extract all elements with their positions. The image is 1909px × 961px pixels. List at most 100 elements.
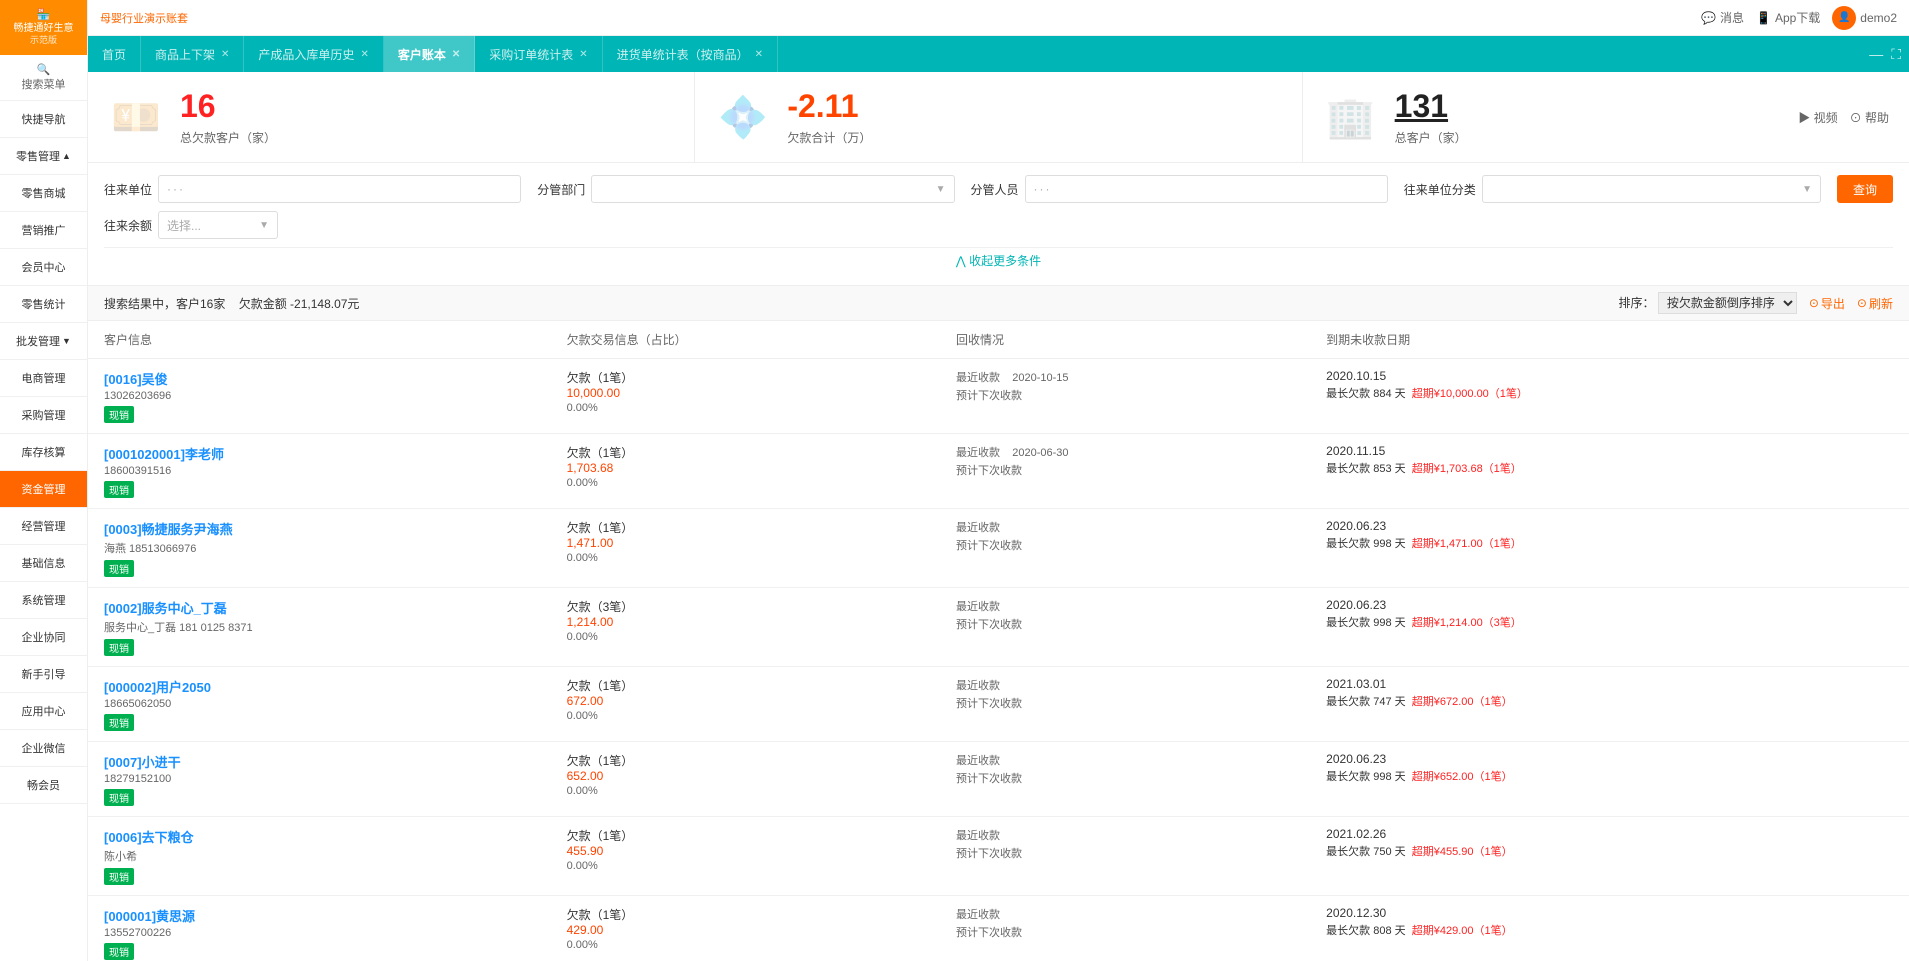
tab-purchase-stats[interactable]: 进货单统计表（按商品） ✕ [603,36,778,72]
customer-name-link-2[interactable]: [0003]畅捷服务尹海燕 [104,519,535,538]
sidebar-item-ecommerce[interactable]: 电商管理 [0,360,87,397]
overdue-link-0[interactable]: 超期¥10,000.00（1笔） [1412,388,1528,400]
debt-percent-5: 0.00% [567,785,924,797]
sidebar-item-search[interactable]: 🔍 搜索菜单 [0,55,87,101]
sidebar-item-retail-mall[interactable]: 零售商城 [0,175,87,212]
customer-name-link-7[interactable]: [000001]黄思源 [104,906,535,925]
stat-card-debt-customers: 💴 16 总欠款客户（家） [88,72,695,162]
refresh-button[interactable]: ⊙ 刷新 [1857,295,1893,312]
sidebar-item-wechat[interactable]: 企业微信 [0,730,87,767]
overdue-link-6[interactable]: 超期¥455.90（1笔） [1412,846,1513,858]
tab-close-purchase-history[interactable]: ✕ [360,49,368,60]
sidebar-item-operation[interactable]: 经营管理 [0,508,87,545]
overdue-link-3[interactable]: 超期¥1,214.00（3笔） [1412,617,1522,629]
customer-name-link-0[interactable]: [0016]吴俊 [104,369,535,388]
debt-percent-1: 0.00% [567,477,924,489]
tab-purchase-history[interactable]: 产成品入库单历史 ✕ [244,36,383,72]
sidebar-item-retail[interactable]: 零售管理 ▲ [0,138,87,175]
sidebar-item-retail-stats[interactable]: 零售统计 [0,286,87,323]
debt-amount-5[interactable]: 652.00 [567,769,924,783]
customer-name-link-3[interactable]: [0002]服务中心_丁磊 [104,598,535,617]
debt-amount-2[interactable]: 1,471.00 [567,536,924,550]
sidebar-item-batch[interactable]: 批发管理 ▼ [0,323,87,360]
source-unit-input[interactable]: ··· [158,175,521,203]
next-collect-6: 预计下次收款 [956,845,1294,861]
person-input[interactable]: ··· [1025,175,1388,203]
debt-amount-6[interactable]: 455.90 [567,844,924,858]
sidebar-item-inventory[interactable]: 库存核算 [0,434,87,471]
sidebar-item-member[interactable]: 会员中心 [0,249,87,286]
customer-badge-3: 现销 [104,639,134,656]
sort-select[interactable]: 按欠款金额倒序排序 [1658,292,1797,314]
tab-maximize-icon[interactable]: ⛶ [1891,46,1901,63]
overdue-days-3: 最长欠款 998 天 超期¥1,214.00（3笔） [1326,614,1893,630]
customer-phone-0: 13026203696 [104,390,535,402]
video-icon: ▶ [1798,111,1810,125]
stats-row: 💴 16 总欠款客户（家） 💠 -2.11 欠款合计（万） 🏢 131 总客户（… [88,72,1909,163]
sidebar-logo[interactable]: 🏪 畅捷通好生意 示范版 [0,0,87,55]
cell-collection-3: 最近收款 预计下次收款 [940,588,1310,667]
user-menu-button[interactable]: 👤 demo2 [1832,6,1897,30]
sidebar-item-vip[interactable]: 畅会员 [0,767,87,804]
help-button[interactable]: ⊙ 帮助 [1850,109,1889,126]
export-button[interactable]: ⊙ 导出 [1809,295,1845,312]
overdue-days-4: 最长欠款 747 天 超期¥672.00（1笔） [1326,693,1893,709]
cell-collection-2: 最近收款 预计下次收款 [940,509,1310,588]
debt-amount-4[interactable]: 672.00 [567,694,924,708]
tab-close-purchase-stats[interactable]: ✕ [755,49,763,60]
tab-home[interactable]: 首页 [88,36,141,72]
search-icon: 🔍 [4,63,83,76]
tab-minimize-icon[interactable]: — [1869,46,1883,63]
tab-purchase-order[interactable]: 采购订单统计表 ✕ [475,36,602,72]
debt-amount-3[interactable]: 1,214.00 [567,615,924,629]
customer-name-link-5[interactable]: [0007]小进干 [104,752,535,771]
sidebar-item-enterprise[interactable]: 企业协同 [0,619,87,656]
tab-close-customer-account[interactable]: ✕ [452,49,460,60]
customer-name-link-1[interactable]: [0001020001]李老师 [104,444,535,463]
message-button[interactable]: 💬 消息 [1701,9,1744,26]
filter-dept: 分管部门 ▼ [537,175,954,203]
latest-collect-5: 最近收款 [956,752,1294,768]
customer-phone-7: 13552700226 [104,927,535,939]
overdue-link-7[interactable]: 超期¥429.00（1笔） [1412,925,1513,937]
overdue-link-5[interactable]: 超期¥652.00（1笔） [1412,771,1513,783]
cell-debt-info-4: 欠款（1笔） 672.00 0.00% [551,667,940,742]
sidebar-item-basic[interactable]: 基础信息 [0,545,87,582]
chevron-down-icon-batch: ▼ [62,336,71,346]
sidebar-item-system[interactable]: 系统管理 [0,582,87,619]
tab-close-goods[interactable]: ✕ [221,49,229,60]
search-button[interactable]: 查询 [1837,175,1893,203]
overdue-link-1[interactable]: 超期¥1,703.68（1笔） [1412,463,1522,475]
sidebar-item-marketing[interactable]: 营销推广 [0,212,87,249]
unit-category-select[interactable]: ▼ [1482,175,1821,203]
tab-close-purchase-order[interactable]: ✕ [579,49,587,60]
dept-select[interactable]: ▼ [591,175,954,203]
table-row: [0016]吴俊 13026203696 现销 欠款（1笔） 10,000.00… [88,359,1909,434]
tab-goods[interactable]: 商品上下架 ✕ [141,36,244,72]
sidebar-item-quick-nav[interactable]: 快捷导航 [0,101,87,138]
debt-amount-7[interactable]: 429.00 [567,923,924,937]
tab-customer-account[interactable]: 客户账本 ✕ [384,36,475,72]
avatar: 👤 [1832,6,1856,30]
customer-name-link-6[interactable]: [0006]去下粮仓 [104,827,535,846]
video-button[interactable]: ▶ 视频 [1798,109,1837,126]
debt-amount-0[interactable]: 10,000.00 [567,386,924,400]
overdue-link-2[interactable]: 超期¥1,471.00（1笔） [1412,538,1522,550]
sidebar-item-purchase[interactable]: 采购管理 [0,397,87,434]
sidebar-item-apps[interactable]: 应用中心 [0,693,87,730]
collapse-button[interactable]: ⋀ 收起更多条件 [104,247,1893,273]
debt-amount-1[interactable]: 1,703.68 [567,461,924,475]
cell-customer-info-5: [0007]小进干 18279152100 现销 [88,742,551,817]
due-date-4: 2021.03.01 [1326,677,1893,691]
filter-row-1: 往来单位 ··· 分管部门 ▼ 分管人员 ··· [104,175,1893,203]
customer-name-link-4[interactable]: [000002]用户2050 [104,677,535,696]
sidebar-item-newbie[interactable]: 新手引导 [0,656,87,693]
sidebar-item-finance[interactable]: 资金管理 [0,471,87,508]
balance-select[interactable]: 选择... ▼ [158,211,278,239]
customer-phone-2: 海燕 18513066976 [104,540,535,556]
debt-percent-3: 0.00% [567,631,924,643]
app-download-button[interactable]: 📱 App下载 [1756,9,1820,26]
cell-due-date-0: 2020.10.15 最长欠款 884 天 超期¥10,000.00（1笔） [1310,359,1909,434]
overdue-link-4[interactable]: 超期¥672.00（1笔） [1412,696,1513,708]
th-customer-info: 客户信息 [88,321,551,359]
